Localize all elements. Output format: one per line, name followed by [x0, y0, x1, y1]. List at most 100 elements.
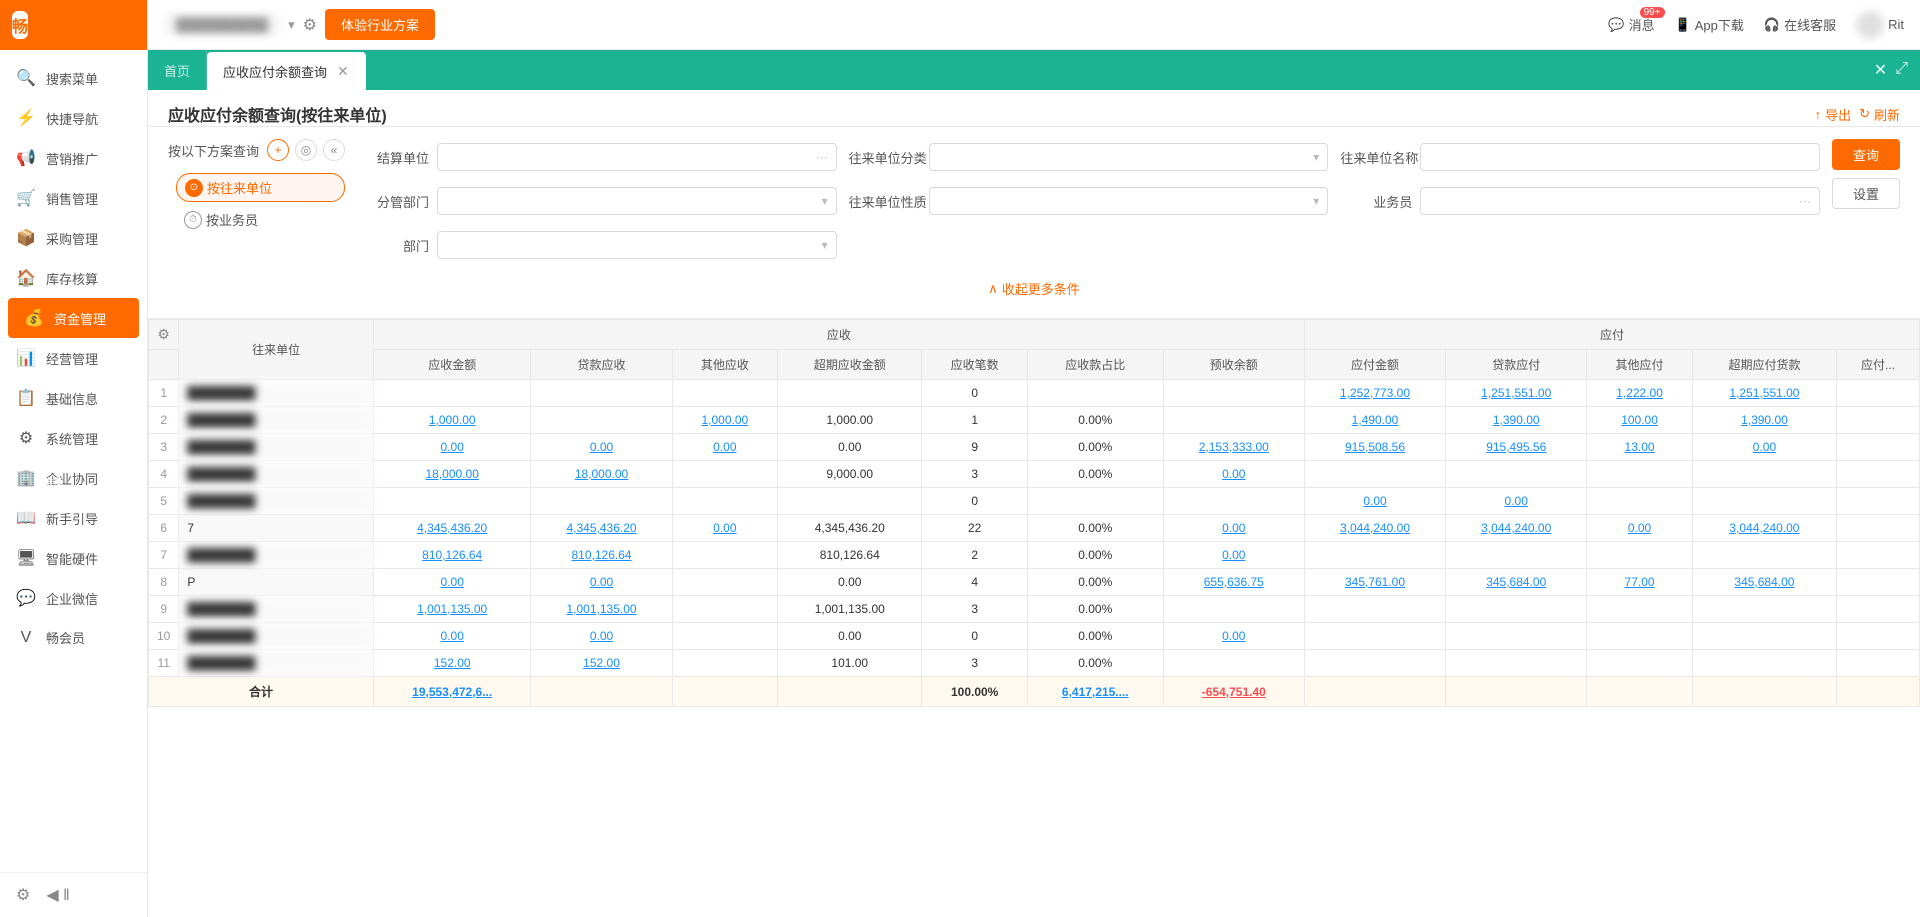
sidebar-item-采购管理[interactable]: 📦采购管理	[0, 218, 147, 258]
row-payable-amount[interactable]: 345,761.00	[1304, 569, 1445, 596]
row-loan-payable[interactable]: 1,390.00	[1446, 407, 1587, 434]
row-advance-balance[interactable]: 0.00	[1163, 542, 1304, 569]
dropdown-icon[interactable]: ▾	[288, 17, 295, 33]
row-loan-receivable[interactable]: 4,345,436.20	[531, 515, 672, 542]
sidebar-item-销售管理[interactable]: 🛒销售管理	[0, 178, 147, 218]
total-advance[interactable]: 6,417,215....	[1027, 677, 1163, 707]
sidebar-item-新手引导[interactable]: 📖新手引导	[0, 498, 147, 538]
counterpart-nature-select[interactable]: ▾	[929, 187, 1329, 215]
query-button[interactable]: 查询	[1832, 139, 1900, 170]
online-service-item[interactable]: 🎧 在线客服	[1764, 15, 1836, 34]
row-other-receivable[interactable]: 1,000.00	[672, 407, 777, 434]
counterpart-name-input[interactable]	[1420, 143, 1820, 171]
refresh-action[interactable]: ↻ 刷新	[1859, 105, 1900, 124]
row-loan-receivable[interactable]: 1,001,135.00	[531, 596, 672, 623]
row-other-payable[interactable]: 100.00	[1587, 407, 1692, 434]
row-advance-balance[interactable]: 0.00	[1163, 515, 1304, 542]
user-item[interactable]: Rit	[1856, 11, 1904, 39]
row-loan-receivable[interactable]: 18,000.00	[531, 461, 672, 488]
option-by-salesman[interactable]: ⏱ 按业务员	[176, 206, 345, 233]
row-payable-amount[interactable]: 1,490.00	[1304, 407, 1445, 434]
total-receivable-amount[interactable]: 19,553,472,6...	[373, 677, 530, 707]
row-payable-amount	[1304, 461, 1445, 488]
row-other-payable[interactable]: 1,222.00	[1587, 380, 1692, 407]
row-payable-amount[interactable]: 3,044,240.00	[1304, 515, 1445, 542]
row-other-receivable[interactable]: 0.00	[672, 515, 777, 542]
row-receivable-amount[interactable]: 1,001,135.00	[373, 596, 530, 623]
collapse-icon[interactable]: ◀ ‖	[46, 885, 69, 905]
department-select[interactable]: ▾	[437, 231, 837, 259]
dept-select[interactable]: ▾	[437, 187, 837, 215]
collapse-conditions-btn[interactable]: ∧ 收起更多条件	[988, 279, 1080, 298]
row-overdue-payable[interactable]: 1,390.00	[1692, 407, 1836, 434]
tab-close-icon[interactable]: ✕	[337, 63, 349, 80]
sidebar-label-6: 资金管理	[54, 309, 106, 328]
row-payable-amount[interactable]: 1,252,773.00	[1304, 380, 1445, 407]
row-overdue-payable[interactable]: 3,044,240.00	[1692, 515, 1836, 542]
row-receivable-amount[interactable]: 0.00	[373, 569, 530, 596]
row-receivable-amount[interactable]: 1,000.00	[373, 407, 530, 434]
row-loan-receivable[interactable]: 0.00	[531, 569, 672, 596]
sidebar-item-搜索菜单[interactable]: 🔍搜索菜单	[0, 58, 147, 98]
settlement-unit-input[interactable]: ···	[437, 143, 837, 171]
target-icon[interactable]: ◎	[295, 139, 317, 161]
row-loan-receivable[interactable]: 0.00	[531, 623, 672, 650]
messages-item[interactable]: 💬 消息 99+	[1608, 15, 1654, 34]
row-overdue-payable[interactable]: 0.00	[1692, 434, 1836, 461]
add-icon[interactable]: +	[267, 139, 289, 161]
sidebar-item-智能硬件[interactable]: 🖥智能硬件	[0, 538, 147, 578]
app-download-item[interactable]: 📱 App下载	[1675, 15, 1744, 34]
tab-close-all-icon[interactable]: ✕	[1874, 60, 1887, 80]
row-loan-payable[interactable]: 915,495.56	[1446, 434, 1587, 461]
sidebar-item-基础信息[interactable]: 📋基础信息	[0, 378, 147, 418]
row-loan-receivable[interactable]: 0.00	[531, 434, 672, 461]
sidebar-item-系统管理[interactable]: ⚙系统管理	[0, 418, 147, 458]
row-other-payable[interactable]: 77.00	[1587, 569, 1692, 596]
option-by-counterpart[interactable]: ⊙ 按往来单位	[176, 173, 345, 202]
row-loan-receivable[interactable]: 810,126.64	[531, 542, 672, 569]
gear-icon[interactable]: ⚙	[303, 15, 317, 35]
th-counterpart: 往来单位	[179, 320, 374, 380]
sidebar-item-畅会员[interactable]: V畅会员	[0, 618, 147, 657]
row-loan-receivable[interactable]: 152.00	[531, 650, 672, 677]
back-icon[interactable]: «	[323, 139, 345, 161]
sidebar-item-企业微信[interactable]: 💬企业微信	[0, 578, 147, 618]
row-advance-balance[interactable]: 0.00	[1163, 461, 1304, 488]
sidebar-item-营销推广[interactable]: 📢营销推广	[0, 138, 147, 178]
row-loan-payable[interactable]: 3,044,240.00	[1446, 515, 1587, 542]
row-loan-payable[interactable]: 1,251,551.00	[1446, 380, 1587, 407]
tab-maximize-icon[interactable]: ⤢	[1895, 60, 1908, 80]
row-overdue-payable[interactable]: 1,251,551.00	[1692, 380, 1836, 407]
setting-button[interactable]: 设置	[1832, 178, 1900, 209]
sidebar-item-资金管理[interactable]: 💰资金管理	[8, 298, 139, 338]
row-receivable-amount[interactable]: 0.00	[373, 623, 530, 650]
row-loan-payable[interactable]: 0.00	[1446, 488, 1587, 515]
row-loan-payable[interactable]: 345,684.00	[1446, 569, 1587, 596]
sidebar-icon-10: 🏢	[16, 468, 36, 488]
counterpart-category-select[interactable]: ▾	[929, 143, 1329, 171]
row-advance-balance[interactable]: 0.00	[1163, 623, 1304, 650]
row-advance-balance[interactable]: 655,636.75	[1163, 569, 1304, 596]
row-receivable-amount[interactable]: 810,126.64	[373, 542, 530, 569]
sidebar: 畅 畅捷通财 标准版 🔍搜索菜单⚡快捷导航📢营销推广🛒销售管理📦采购管理🏠库存核…	[0, 0, 148, 917]
row-other-receivable[interactable]: 0.00	[672, 434, 777, 461]
row-advance-balance[interactable]: 2,153,333.00	[1163, 434, 1304, 461]
solution-button[interactable]: 体验行业方案	[325, 9, 435, 40]
row-other-payable[interactable]: 13.00	[1587, 434, 1692, 461]
row-receivable-amount[interactable]: 152.00	[373, 650, 530, 677]
row-receivable-amount[interactable]: 0.00	[373, 434, 530, 461]
row-payable-amount[interactable]: 915,508.56	[1304, 434, 1445, 461]
row-other-payable[interactable]: 0.00	[1587, 515, 1692, 542]
sidebar-item-快捷导航[interactable]: ⚡快捷导航	[0, 98, 147, 138]
settings-icon[interactable]: ⚙	[16, 885, 30, 905]
sidebar-item-经营管理[interactable]: 📊经营管理	[0, 338, 147, 378]
row-overdue-payable[interactable]: 345,684.00	[1692, 569, 1836, 596]
row-receivable-amount[interactable]: 4,345,436.20	[373, 515, 530, 542]
total-payable[interactable]: -654,751.40	[1163, 677, 1304, 707]
tab-query[interactable]: 应收应付余额查询 ✕	[207, 52, 366, 90]
row-payable-amount[interactable]: 0.00	[1304, 488, 1445, 515]
sidebar-item-库存核算[interactable]: 🏠库存核算	[0, 258, 147, 298]
export-action[interactable]: ↑ 导出	[1815, 105, 1852, 124]
row-receivable-amount[interactable]: 18,000.00	[373, 461, 530, 488]
salesman-input[interactable]: ···	[1420, 187, 1820, 215]
